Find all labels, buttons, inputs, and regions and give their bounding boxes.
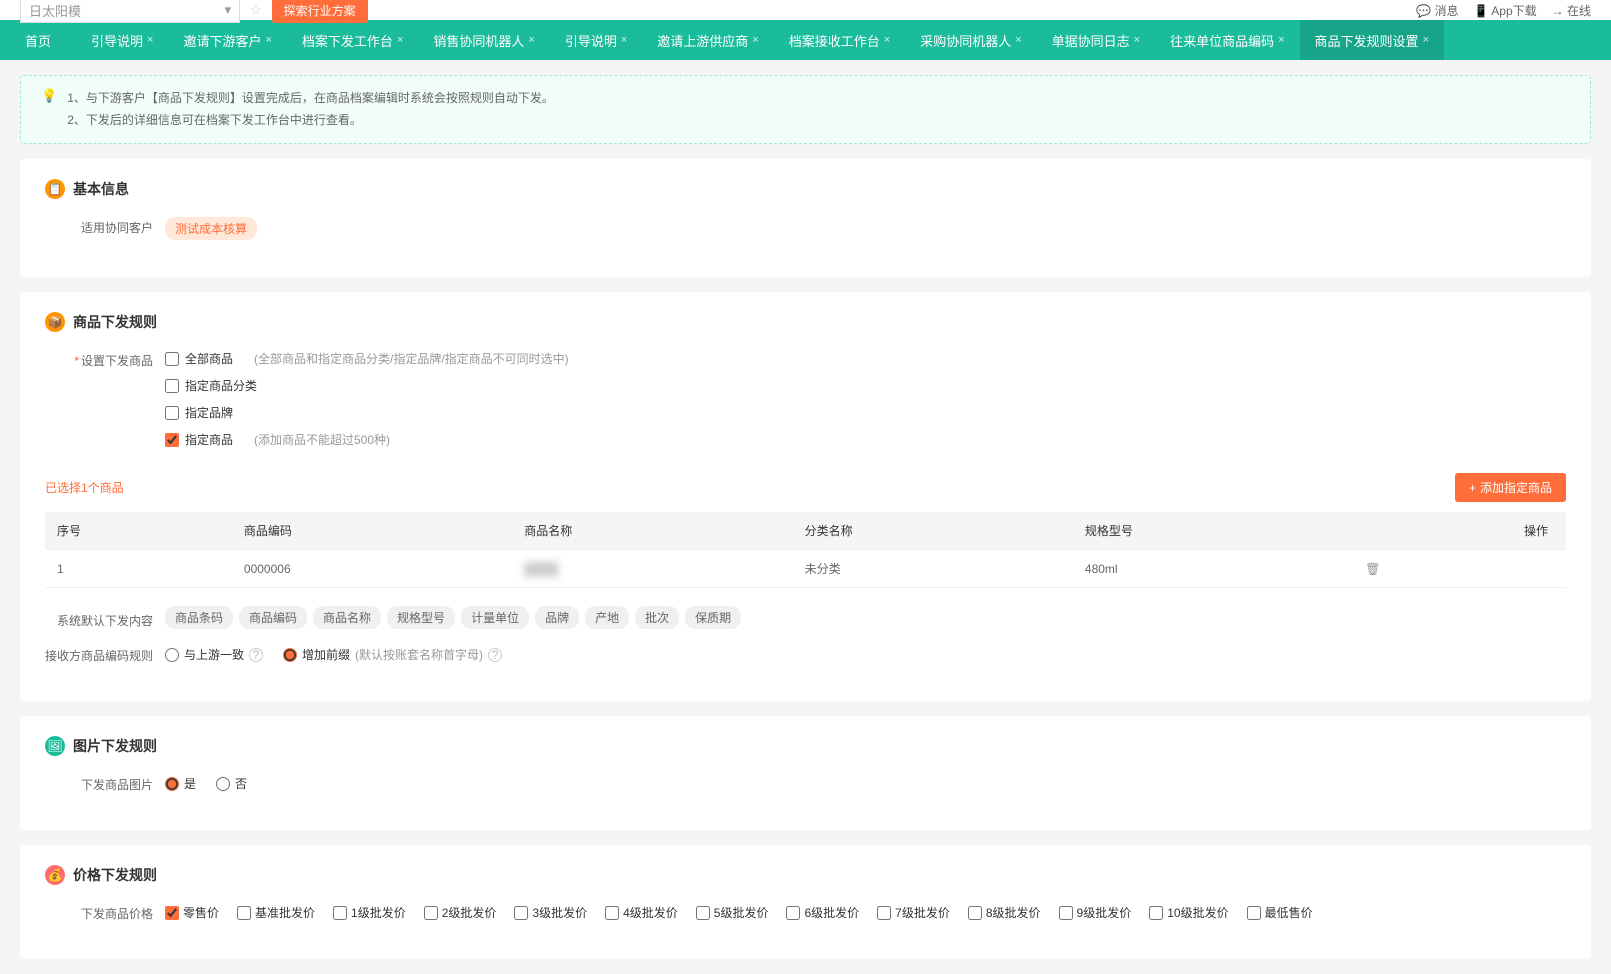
same-upstream-radio[interactable]: 与上游一致 ? bbox=[165, 646, 263, 663]
table-header: 序号 bbox=[45, 512, 232, 550]
set-product-label: *设置下发商品 bbox=[45, 350, 165, 369]
rule-icon: 📦 bbox=[45, 312, 65, 332]
default-tag: 商品名称 bbox=[313, 606, 381, 629]
table-header: 商品名称 bbox=[512, 512, 792, 550]
online-link[interactable]: → 在线 bbox=[1552, 2, 1591, 19]
nav-home[interactable]: 首页 bbox=[0, 20, 76, 60]
close-icon[interactable]: × bbox=[1015, 34, 1021, 46]
default-tag: 计量单位 bbox=[461, 606, 529, 629]
app-download-link[interactable]: 📱 App下载 bbox=[1474, 2, 1537, 19]
selected-count: 已选择1个商品 bbox=[45, 479, 124, 496]
price-checkbox-item[interactable]: 5级批发价 bbox=[696, 904, 769, 921]
rule-title: 商品下发规则 bbox=[73, 312, 157, 332]
price-checkbox-item[interactable]: 8级批发价 bbox=[968, 904, 1041, 921]
nav-tab[interactable]: 单据协同日志 × bbox=[1037, 20, 1155, 60]
send-image-label: 下发商品图片 bbox=[45, 774, 165, 793]
default-tag: 商品编码 bbox=[239, 606, 307, 629]
default-tag: 规格型号 bbox=[387, 606, 455, 629]
image-rule-card: 🖼 图片下发规则 下发商品图片 是 否 bbox=[20, 716, 1591, 830]
all-products-checkbox[interactable] bbox=[165, 352, 179, 366]
nav-tab[interactable]: 档案下发工作台 × bbox=[287, 20, 418, 60]
price-checkbox-item[interactable]: 基准批发价 bbox=[237, 904, 315, 921]
table-row: 1 0000006 ████ 未分类 480ml 🗑 bbox=[45, 550, 1566, 588]
default-tag: 保质期 bbox=[685, 606, 741, 629]
basic-title: 基本信息 bbox=[73, 179, 129, 199]
default-tag: 批次 bbox=[635, 606, 679, 629]
brand-checkbox[interactable] bbox=[165, 406, 179, 420]
price-checkbox-item[interactable]: 9级批发价 bbox=[1059, 904, 1132, 921]
info-box: 💡 1、与下游客户【商品下发规则】设置完成后，在商品档案编辑时系统会按照规则自动… bbox=[20, 75, 1591, 144]
image-no-radio[interactable]: 否 bbox=[216, 775, 247, 792]
price-checkbox-item[interactable]: 6级批发价 bbox=[786, 904, 859, 921]
product-table: 序号商品编码商品名称分类名称规格型号 操作 1 0000006 ████ 未分类 … bbox=[45, 512, 1566, 588]
delete-icon[interactable]: 🗑 bbox=[1365, 562, 1380, 576]
default-tag: 品牌 bbox=[535, 606, 579, 629]
price-checkbox-item[interactable]: 7级批发价 bbox=[877, 904, 950, 921]
top-bar: 日太阳模▾ ☆ 探索行业方案 💬 消息 📱 App下载 → 在线 bbox=[0, 0, 1611, 20]
price-checkbox-item[interactable]: 2级批发价 bbox=[424, 904, 497, 921]
price-rule-card: 💰 价格下发规则 下发商品价格 零售价 基准批发价 1级批发价 2级批发价 3级… bbox=[20, 845, 1591, 959]
default-tag: 商品条码 bbox=[165, 606, 233, 629]
nav-tab[interactable]: 采购协同机器人 × bbox=[905, 20, 1036, 60]
image-yes-radio[interactable]: 是 bbox=[165, 775, 196, 792]
bulb-icon: 💡 bbox=[41, 88, 57, 131]
message-link[interactable]: 💬 消息 bbox=[1416, 2, 1458, 19]
product-rule-card: 📦 商品下发规则 *设置下发商品 全部商品 (全部商品和指定商品分类/指定品牌/… bbox=[20, 292, 1591, 701]
help-icon[interactable]: ? bbox=[488, 648, 502, 662]
recv-rule-label: 接收方商品编码规则 bbox=[45, 645, 165, 664]
nav-tab[interactable]: 商品下发规则设置 × bbox=[1300, 20, 1444, 60]
price-checkbox-item[interactable]: 10级批发价 bbox=[1149, 904, 1228, 921]
nav-tab[interactable]: 邀请上游供应商 × bbox=[642, 20, 773, 60]
category-checkbox[interactable] bbox=[165, 379, 179, 393]
customer-label: 适用协同客户 bbox=[45, 217, 165, 236]
price-checkbox-item[interactable]: 1级批发价 bbox=[333, 904, 406, 921]
customer-tag[interactable]: 测试成本核算 bbox=[165, 217, 257, 240]
add-prefix-radio[interactable]: 增加前缀 (默认按账套名称首字母) ? bbox=[283, 646, 502, 663]
dropdown-icon: ▾ bbox=[224, 2, 231, 18]
price-checkbox-item[interactable]: 最低售价 bbox=[1247, 904, 1313, 921]
table-header: 操作 bbox=[1506, 512, 1566, 550]
nav-tab[interactable]: 引导说明 × bbox=[550, 20, 642, 60]
close-icon[interactable]: × bbox=[265, 34, 271, 46]
image-title: 图片下发规则 bbox=[73, 736, 157, 756]
close-icon[interactable]: × bbox=[397, 34, 403, 46]
default-tag: 产地 bbox=[585, 606, 629, 629]
close-icon[interactable]: × bbox=[147, 34, 153, 46]
table-header: 分类名称 bbox=[793, 512, 1073, 550]
nav-bar: 首页 引导说明 ×邀请下游客户 ×档案下发工作台 ×销售协同机器人 ×引导说明 … bbox=[0, 20, 1611, 60]
price-checkbox-item[interactable]: 3级批发价 bbox=[514, 904, 587, 921]
add-product-button[interactable]: + 添加指定商品 bbox=[1455, 473, 1566, 502]
nav-tab[interactable]: 邀请下游客户 × bbox=[168, 20, 286, 60]
close-icon[interactable]: × bbox=[621, 34, 627, 46]
close-icon[interactable]: × bbox=[528, 34, 534, 46]
nav-tab[interactable]: 引导说明 × bbox=[76, 20, 168, 60]
nav-tab[interactable]: 档案接收工作台 × bbox=[774, 20, 905, 60]
nav-tab[interactable]: 往来单位商品编码 × bbox=[1155, 20, 1299, 60]
close-icon[interactable]: × bbox=[1423, 34, 1429, 46]
close-icon[interactable]: × bbox=[1134, 34, 1140, 46]
price-checkbox-item[interactable]: 零售价 bbox=[165, 904, 219, 921]
table-header: 规格型号 bbox=[1073, 512, 1353, 550]
help-icon[interactable]: ? bbox=[249, 648, 263, 662]
basic-icon: 📋 bbox=[45, 179, 65, 199]
price-icon: 💰 bbox=[45, 865, 65, 885]
close-icon[interactable]: × bbox=[752, 34, 758, 46]
close-icon[interactable]: × bbox=[1278, 34, 1284, 46]
default-content-label: 系统默认下发内容 bbox=[45, 610, 165, 629]
table-header: 商品编码 bbox=[232, 512, 512, 550]
star-icon[interactable]: ☆ bbox=[250, 2, 262, 18]
specific-product-checkbox[interactable] bbox=[165, 433, 179, 447]
send-price-label: 下发商品价格 bbox=[45, 903, 165, 922]
basic-info-card: 📋 基本信息 适用协同客户 测试成本核算 bbox=[20, 159, 1591, 277]
price-checkbox-item[interactable]: 4级批发价 bbox=[605, 904, 678, 921]
close-icon[interactable]: × bbox=[884, 34, 890, 46]
image-icon: 🖼 bbox=[45, 736, 65, 756]
price-title: 价格下发规则 bbox=[73, 865, 157, 885]
nav-tab[interactable]: 销售协同机器人 × bbox=[418, 20, 549, 60]
